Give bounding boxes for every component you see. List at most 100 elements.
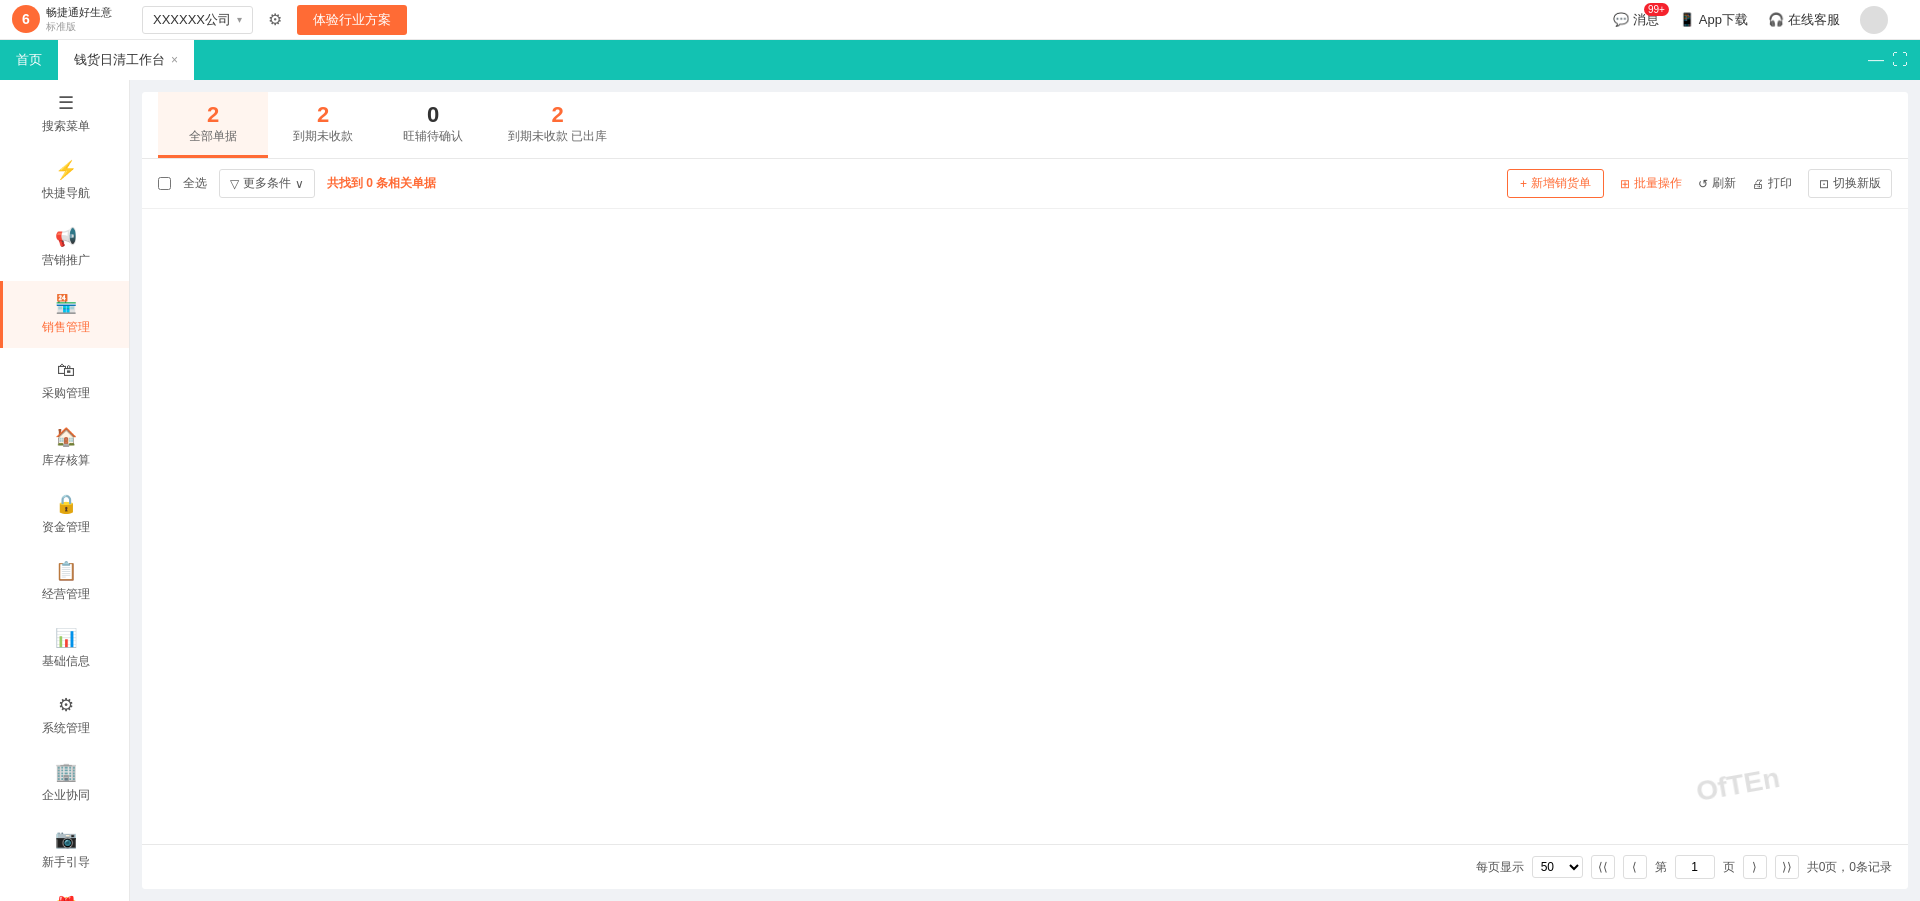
sidebar-label-base-info: 基础信息 — [42, 653, 90, 670]
company-name: XXXXXX公司 — [153, 11, 231, 29]
next-page-button[interactable]: ⟩ — [1743, 855, 1767, 879]
message-icon: 💬 — [1613, 12, 1629, 27]
sidebar-item-finance[interactable]: 🔒 资金管理 — [0, 481, 129, 548]
search-menu-icon: ☰ — [58, 92, 74, 114]
last-page-button[interactable]: ⟩⟩ — [1775, 855, 1799, 879]
sidebar: ☰ 搜索菜单 ⚡ 快捷导航 📢 营销推广 🏪 销售管理 🛍 采购管理 🏠 库存核… — [0, 80, 130, 901]
status-tab-wangwang-count: 0 — [427, 104, 439, 126]
sidebar-item-guide[interactable]: 📷 新手引导 — [0, 816, 129, 883]
sidebar-item-search[interactable]: ☰ 搜索菜单 — [0, 80, 129, 147]
status-tab-overdue-label: 到期未收款 — [293, 128, 353, 145]
sidebar-label-enterprise: 企业协同 — [42, 787, 90, 804]
per-page-label: 每页显示 — [1476, 859, 1524, 876]
sidebar-label-quick-nav: 快捷导航 — [42, 185, 90, 202]
select-all-checkbox[interactable] — [158, 177, 171, 190]
settings-button[interactable]: ⚙ — [259, 4, 291, 36]
sidebar-item-enterprise[interactable]: 🏢 企业协同 — [0, 749, 129, 816]
table-area — [142, 209, 1908, 844]
batch-label: 批量操作 — [1634, 175, 1682, 192]
print-button[interactable]: 🖨 打印 — [1752, 175, 1792, 192]
tab-maximize-icon[interactable]: ⛶ — [1892, 51, 1908, 69]
sidebar-item-operations[interactable]: 📋 经营管理 — [0, 548, 129, 615]
company-selector[interactable]: XXXXXX公司 ▾ — [142, 6, 253, 34]
app-name: 畅捷通好生意 — [46, 5, 112, 19]
tab-minimize-icon[interactable]: — — [1868, 51, 1884, 69]
filter-icon: ▽ — [230, 177, 239, 191]
toolbar-right: + 新增销货单 ⊞ 批量操作 ↺ 刷新 🖨 打印 — [1507, 169, 1892, 198]
batch-icon: ⊞ — [1620, 177, 1630, 191]
sidebar-label-operations: 经营管理 — [42, 586, 90, 603]
tab-close-icon[interactable]: × — [171, 53, 178, 67]
page-suffix: 页 — [1723, 859, 1735, 876]
message-button[interactable]: 💬 消息 99+ — [1613, 11, 1659, 29]
status-tab-overdue-shipped-label: 到期未收款 已出库 — [508, 128, 607, 145]
status-tab-all[interactable]: 2 全部单据 — [158, 92, 268, 158]
header-right: 💬 消息 99+ 📱 App下载 🎧 在线客服 — [1613, 6, 1908, 34]
refresh-button[interactable]: ↺ 刷新 — [1698, 175, 1736, 192]
finance-icon: 🔒 — [55, 493, 77, 515]
pagination: 每页显示 50 100 200 ⟨⟨ ⟨ 第 页 ⟩ ⟩⟩ 共0页，0条记录 — [142, 844, 1908, 889]
sidebar-label-purchase: 采购管理 — [42, 385, 90, 402]
status-tab-wangwang[interactable]: 0 旺辅待确认 — [378, 92, 488, 158]
tab-workbench[interactable]: 钱货日清工作台 × — [58, 40, 194, 80]
refresh-label: 刷新 — [1712, 175, 1736, 192]
sidebar-item-inventory[interactable]: 🏠 库存核算 — [0, 414, 129, 481]
filter-arrow-icon: ∨ — [295, 177, 304, 191]
per-page-select[interactable]: 50 100 200 — [1532, 856, 1583, 878]
avatar[interactable] — [1860, 6, 1888, 34]
found-prefix: 共找到 — [327, 176, 363, 190]
message-badge: 99+ — [1644, 3, 1669, 16]
sidebar-item-quick-nav[interactable]: ⚡ 快捷导航 — [0, 147, 129, 214]
guide-icon: 📷 — [55, 828, 77, 850]
status-tab-overdue-count: 2 — [317, 104, 329, 126]
tab-home[interactable]: 首页 — [0, 40, 58, 80]
app-download-button[interactable]: 📱 App下载 — [1679, 11, 1748, 29]
page-label: 第 — [1655, 859, 1667, 876]
online-service-label: 在线客服 — [1788, 11, 1840, 29]
toolbar: 全选 ▽ 更多条件 ∨ 共找到 0 条相关单据 + 新增销货单 — [142, 159, 1908, 209]
sidebar-label-marketing: 营销推广 — [42, 252, 90, 269]
sidebar-item-app-center[interactable]: 🎁 应用中心 — [0, 883, 129, 901]
sidebar-label-inventory: 库存核算 — [42, 452, 90, 469]
total-label: 共0页，0条记录 — [1807, 859, 1892, 876]
sidebar-item-base-info[interactable]: 📊 基础信息 — [0, 615, 129, 682]
status-tab-overdue[interactable]: 2 到期未收款 — [268, 92, 378, 158]
content-area: 2 全部单据 2 到期未收款 0 旺辅待确认 2 到期未收款 已出库 — [130, 80, 1920, 901]
inventory-icon: 🏠 — [55, 426, 77, 448]
filter-label: 更多条件 — [243, 175, 291, 192]
sidebar-item-system[interactable]: ⚙ 系统管理 — [0, 682, 129, 749]
sales-icon: 🏪 — [55, 293, 77, 315]
status-tab-all-label: 全部单据 — [189, 128, 237, 145]
switch-version-button[interactable]: ⊡ 切换新版 — [1808, 169, 1892, 198]
filter-button[interactable]: ▽ 更多条件 ∨ — [219, 169, 315, 198]
print-icon: 🖨 — [1752, 177, 1764, 191]
experience-button[interactable]: 体验行业方案 — [297, 5, 407, 35]
page-input[interactable] — [1675, 855, 1715, 879]
add-label: 新增销货单 — [1531, 175, 1591, 192]
sidebar-label-guide: 新手引导 — [42, 854, 90, 871]
service-icon: 🎧 — [1768, 12, 1784, 27]
prev-page-button[interactable]: ⟨ — [1623, 855, 1647, 879]
found-suffix: 条相关单据 — [376, 176, 436, 190]
enterprise-icon: 🏢 — [55, 761, 77, 783]
tab-bar: 首页 钱货日清工作台 × — ⛶ — [0, 40, 1920, 80]
status-tab-overdue-shipped-count: 2 — [552, 104, 564, 126]
first-page-button[interactable]: ⟨⟨ — [1591, 855, 1615, 879]
online-service-button[interactable]: 🎧 在线客服 — [1768, 11, 1840, 29]
sidebar-item-purchase[interactable]: 🛍 采购管理 — [0, 348, 129, 414]
purchase-icon: 🛍 — [57, 360, 75, 381]
print-label: 打印 — [1768, 175, 1792, 192]
page-content: 2 全部单据 2 到期未收款 0 旺辅待确认 2 到期未收款 已出库 — [142, 92, 1908, 889]
select-all-label: 全选 — [183, 175, 207, 192]
download-icon: 📱 — [1679, 12, 1695, 27]
batch-operation-button[interactable]: ⊞ 批量操作 — [1620, 175, 1682, 192]
marketing-icon: 📢 — [55, 226, 77, 248]
status-tab-all-count: 2 — [207, 104, 219, 126]
sidebar-item-sales[interactable]: 🏪 销售管理 — [0, 281, 129, 348]
status-tab-overdue-shipped[interactable]: 2 到期未收款 已出库 — [488, 92, 627, 158]
logo-area: 6 畅捷通好生意 标准版 — [12, 5, 142, 33]
add-sales-order-button[interactable]: + 新增销货单 — [1507, 169, 1604, 198]
sidebar-item-marketing[interactable]: 📢 营销推广 — [0, 214, 129, 281]
operations-icon: 📋 — [55, 560, 77, 582]
refresh-icon: ↺ — [1698, 177, 1708, 191]
